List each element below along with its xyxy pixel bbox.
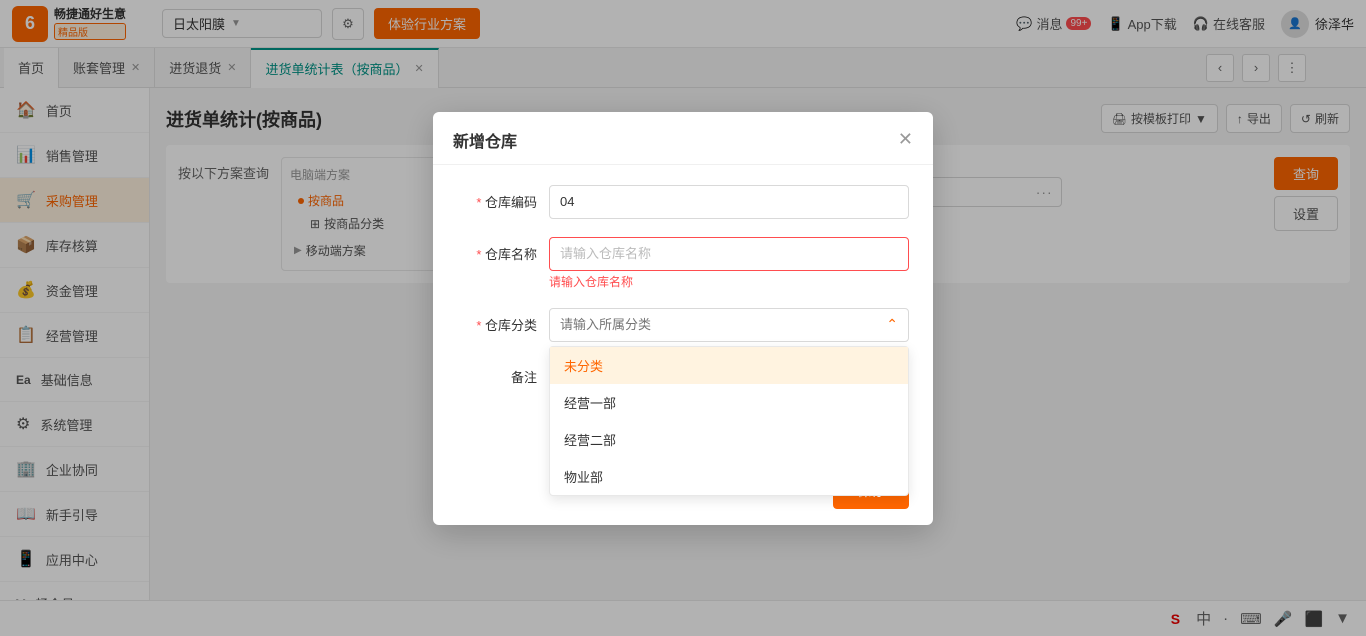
name-input[interactable] xyxy=(549,237,909,271)
new-warehouse-modal: 新增仓库 ✕ 仓库编码 仓库名称 请输入仓库名称 仓库分类 xyxy=(433,112,933,525)
category-dropdown: 未分类 经营一部 经营二部 物业部 xyxy=(549,346,909,496)
category-option-dept2[interactable]: 经营二部 xyxy=(550,421,908,458)
modal-title: 新增仓库 xyxy=(453,128,517,152)
category-input[interactable] xyxy=(560,317,886,332)
category-option-dept1[interactable]: 经营一部 xyxy=(550,384,908,421)
category-row: 仓库分类 ⌃ 未分类 经营一部 经营二部 物业部 xyxy=(457,308,909,342)
modal-body: 仓库编码 仓库名称 请输入仓库名称 仓库分类 ⌃ xyxy=(433,165,933,461)
modal-overlay[interactable]: 新增仓库 ✕ 仓库编码 仓库名称 请输入仓库名称 仓库分类 xyxy=(0,0,1366,636)
category-option-dept3[interactable]: 物业部 xyxy=(550,458,908,495)
name-field: 请输入仓库名称 xyxy=(549,237,909,290)
code-field xyxy=(549,185,909,219)
name-error-msg: 请输入仓库名称 xyxy=(549,273,909,290)
modal-header: 新增仓库 ✕ xyxy=(433,112,933,165)
category-input-wrap[interactable]: ⌃ xyxy=(549,308,909,342)
code-row: 仓库编码 xyxy=(457,185,909,219)
category-option-unclassified[interactable]: 未分类 xyxy=(550,347,908,384)
name-row: 仓库名称 请输入仓库名称 xyxy=(457,237,909,290)
code-input[interactable] xyxy=(549,185,909,219)
code-label: 仓库编码 xyxy=(457,185,537,211)
category-label: 仓库分类 xyxy=(457,308,537,334)
category-field: ⌃ 未分类 经营一部 经营二部 物业部 xyxy=(549,308,909,342)
category-arrow-icon[interactable]: ⌃ xyxy=(886,316,898,333)
remark-label: 备注 xyxy=(457,360,537,386)
modal-close-button[interactable]: ✕ xyxy=(898,129,913,150)
name-label: 仓库名称 xyxy=(457,237,537,263)
